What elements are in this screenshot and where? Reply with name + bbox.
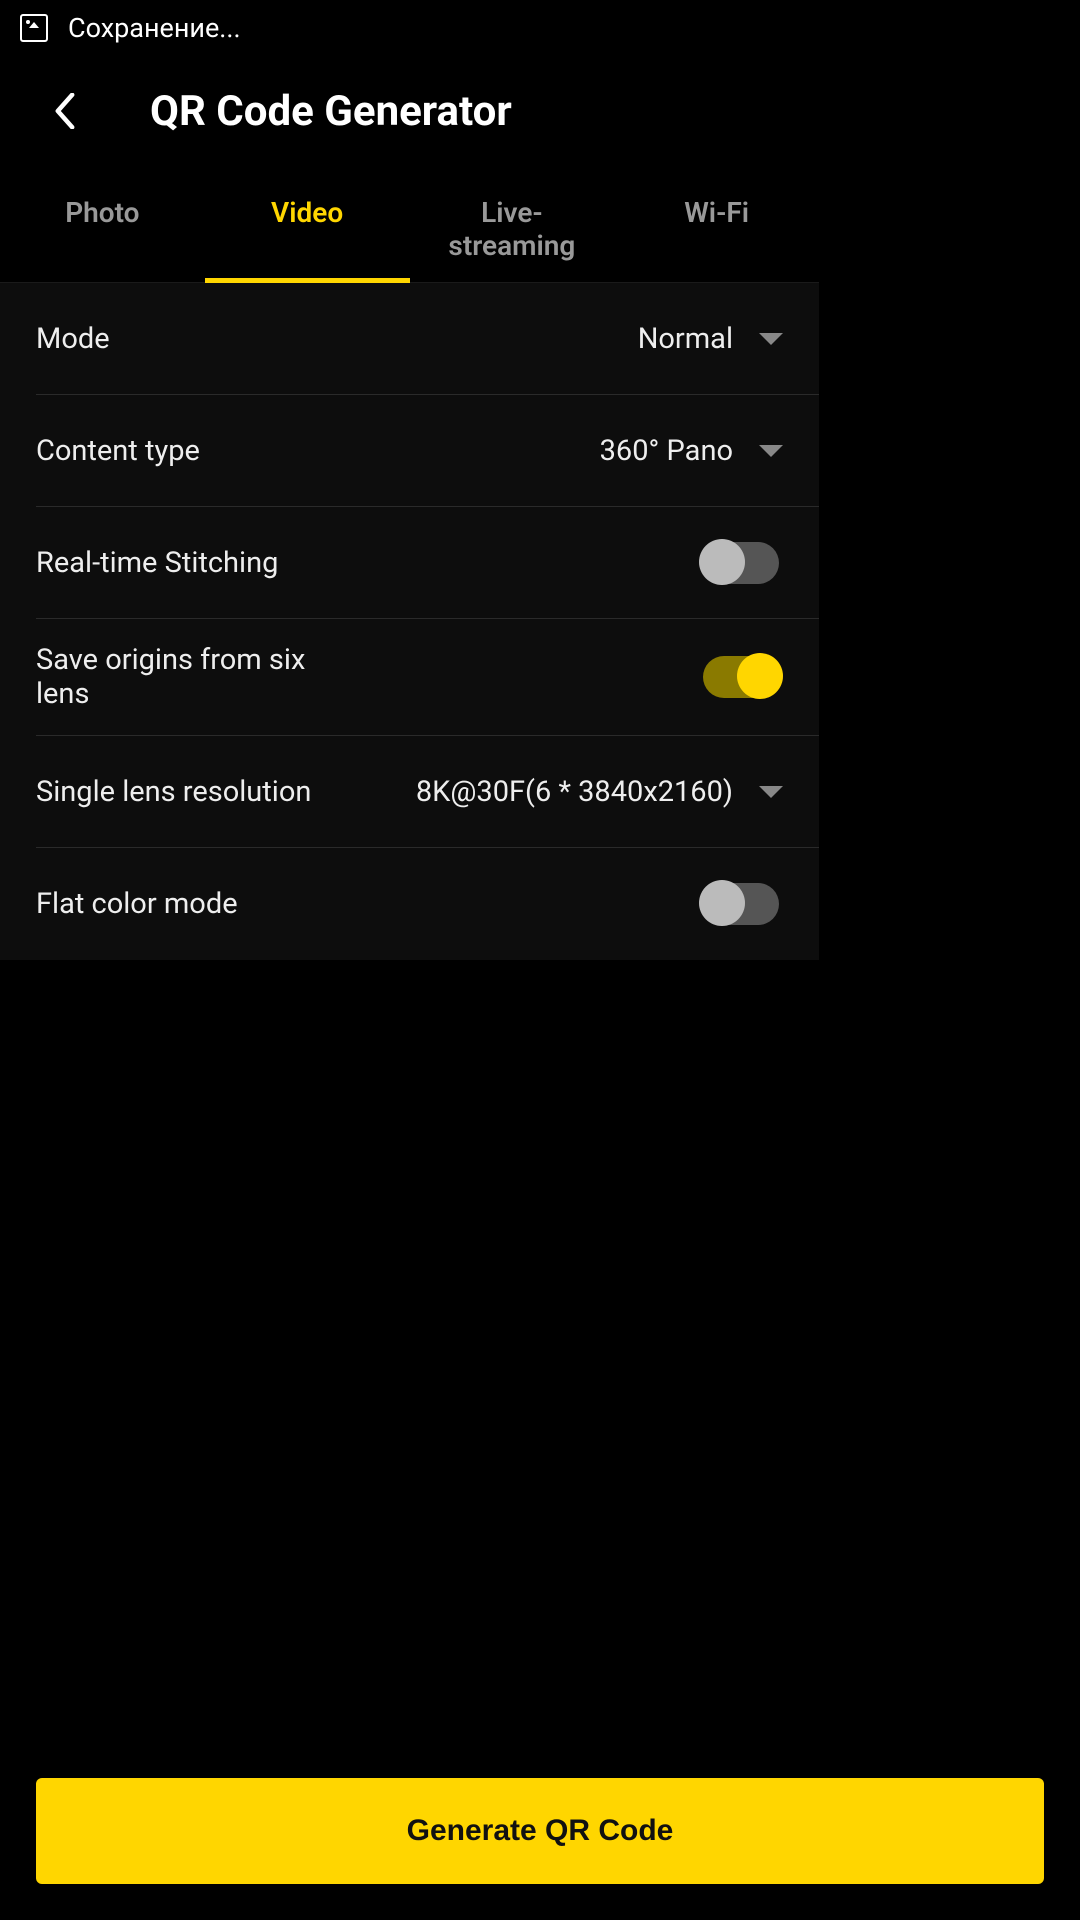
tab-video[interactable]: Video [205, 176, 410, 282]
image-icon [20, 14, 48, 42]
bottom-area: Generate QR Code [0, 1742, 1080, 1920]
tab-photo[interactable]: Photo [0, 176, 205, 282]
generate-qr-code-button[interactable]: Generate QR Code [36, 1778, 1044, 1884]
setting-value-wrap: 360° Pano [600, 434, 783, 468]
setting-label: Content type [36, 434, 200, 468]
setting-label: Mode [36, 322, 110, 356]
setting-flat-color-mode: Flat color mode [36, 848, 819, 960]
setting-save-origins: Save origins from six lens [36, 619, 819, 736]
setting-value: Normal [638, 322, 733, 356]
chevron-down-icon [759, 445, 783, 457]
chevron-left-icon [54, 93, 76, 129]
setting-value-wrap: 8K@30F(6 * 3840x2160) [416, 775, 783, 809]
tab-livestreaming[interactable]: Live-streaming [410, 176, 615, 282]
status-text: Сохранение... [68, 12, 241, 44]
settings-list: Mode Normal Content type 360° Pano Real-… [0, 283, 819, 960]
setting-content-type[interactable]: Content type 360° Pano [36, 395, 819, 507]
setting-realtime-stitching: Real-time Stitching [36, 507, 819, 619]
back-button[interactable] [40, 86, 90, 136]
header: QR Code Generator [0, 56, 819, 176]
setting-label: Save origins from six lens [36, 643, 316, 711]
setting-label: Flat color mode [36, 887, 238, 921]
setting-label: Single lens resolution [36, 775, 311, 809]
page-title: QR Code Generator [150, 87, 512, 136]
setting-value: 360° Pano [600, 434, 733, 468]
status-bar: Сохранение... [0, 0, 819, 56]
tabs: Photo Video Live-streaming Wi-Fi [0, 176, 819, 283]
toggle-realtime-stitching[interactable] [703, 542, 779, 584]
setting-value: 8K@30F(6 * 3840x2160) [416, 775, 733, 809]
setting-label: Real-time Stitching [36, 546, 278, 580]
chevron-down-icon [759, 333, 783, 345]
chevron-down-icon [759, 786, 783, 798]
toggle-save-origins[interactable] [703, 656, 779, 698]
setting-single-lens-resolution[interactable]: Single lens resolution 8K@30F(6 * 3840x2… [36, 736, 819, 848]
tab-wifi[interactable]: Wi-Fi [614, 176, 819, 282]
setting-mode[interactable]: Mode Normal [36, 283, 819, 395]
setting-value-wrap: Normal [638, 322, 783, 356]
toggle-flat-color-mode[interactable] [703, 883, 779, 925]
